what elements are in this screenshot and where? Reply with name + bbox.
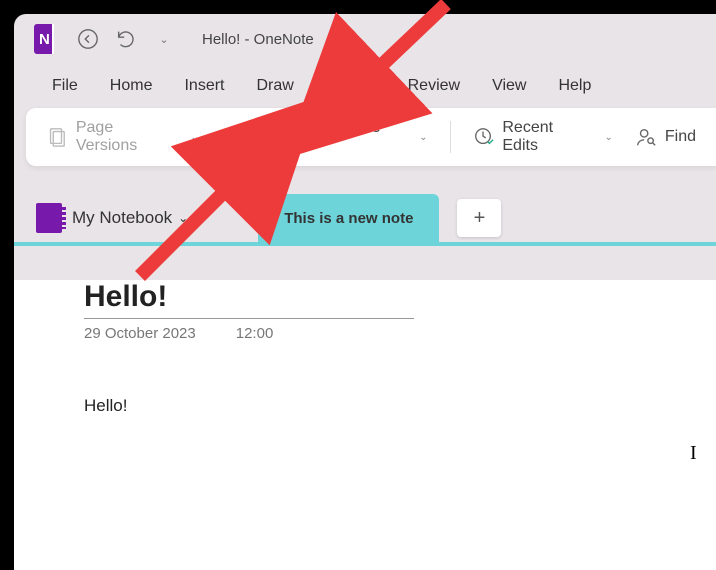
section-tab-label: This is a new note [284, 210, 413, 227]
person-search-icon [635, 126, 657, 148]
page-datetime: 29 October 2023 12:00 [84, 325, 716, 342]
qat-dropdown[interactable]: ⌄ [150, 25, 178, 53]
page-versions-label: Page Versions [76, 119, 179, 155]
menu-help[interactable]: Help [544, 69, 605, 103]
recycle-bin-label: Notebook Recycle Bin [251, 119, 407, 155]
find-label: Find [665, 128, 696, 146]
page-date: 29 October 2023 [84, 325, 196, 342]
chevron-down-icon: ⌄ [190, 132, 198, 143]
menu-insert[interactable]: Insert [170, 69, 238, 103]
notebook-icon [36, 203, 62, 233]
onenote-window: ⌄ Hello! - OneNote File Home Insert Draw… [14, 14, 716, 570]
undo-button[interactable] [112, 25, 140, 53]
title-bar: ⌄ Hello! - OneNote [14, 14, 716, 64]
page-title[interactable]: Hello! [84, 280, 716, 314]
title-underline [84, 318, 414, 319]
notebook-dropdown[interactable]: My Notebook ⌄ [72, 208, 188, 228]
plus-icon: + [474, 207, 486, 230]
notebook-recycle-bin-button[interactable]: Notebook Recycle Bin ⌄ [215, 115, 434, 159]
menu-bar: File Home Insert Draw History Review Vie… [14, 64, 716, 108]
ribbon: Page Versions ⌄ Notebook Recycle Bin ⌄ R… [26, 108, 716, 166]
section-divider [14, 242, 716, 246]
undo-icon [115, 28, 137, 50]
find-by-author-button[interactable]: Find [629, 122, 702, 152]
menu-history[interactable]: History [312, 69, 390, 103]
menu-home[interactable]: Home [96, 69, 167, 103]
ribbon-separator [450, 121, 451, 153]
chevron-down-icon: ⌄ [419, 132, 427, 143]
trash-icon [221, 126, 243, 148]
page-versions-button[interactable]: Page Versions ⌄ [40, 115, 205, 159]
note-page[interactable]: Hello! 29 October 2023 12:00 Hello! I [14, 280, 716, 570]
back-button[interactable] [74, 25, 102, 53]
page-time: 12:00 [236, 325, 274, 342]
notebook-name: My Notebook [72, 208, 172, 228]
notebook-bar: My Notebook ⌄ This is a new note + [14, 194, 716, 242]
text-cursor: I [690, 442, 692, 462]
menu-view[interactable]: View [478, 69, 540, 103]
chevron-down-icon: ⌄ [178, 211, 188, 225]
note-body[interactable]: Hello! [84, 396, 716, 416]
add-section-button[interactable]: + [457, 199, 501, 237]
arrow-left-icon [77, 28, 99, 50]
page-versions-icon [46, 126, 68, 148]
window-title: Hello! - OneNote [202, 31, 314, 48]
chevron-down-icon: ⌄ [605, 132, 613, 143]
section-tab[interactable]: This is a new note [258, 194, 439, 242]
onenote-app-icon [34, 24, 64, 54]
menu-review[interactable]: Review [394, 69, 474, 103]
recent-edits-label: Recent Edits [502, 119, 592, 155]
menu-file[interactable]: File [38, 69, 92, 103]
menu-draw[interactable]: Draw [242, 69, 307, 103]
recent-edits-button[interactable]: Recent Edits ⌄ [467, 115, 619, 159]
clock-check-icon [473, 126, 495, 148]
